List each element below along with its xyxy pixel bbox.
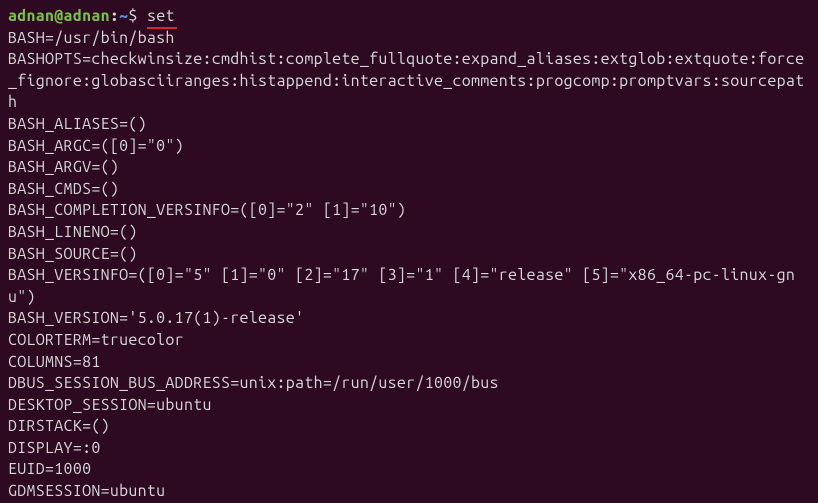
prompt-user-host: adnan@adnan xyxy=(8,7,110,25)
output-line: BASH_SOURCE=() xyxy=(8,244,810,266)
output-line: COLUMNS=81 xyxy=(8,352,810,374)
prompt-command: set xyxy=(147,7,175,25)
output-line: BASH_VERSINFO=([0]="5" [1]="0" [2]="17" … xyxy=(8,265,810,308)
output-line: BASH_ARGV=() xyxy=(8,157,810,179)
output-line: GDMSESSION=ubuntu xyxy=(8,481,810,503)
output-line: BASH_CMDS=() xyxy=(8,179,810,201)
output-line: BASH_VERSION='5.0.17(1)-release' xyxy=(8,308,810,330)
terminal-prompt-line[interactable]: adnan@adnan:~$ set xyxy=(8,6,810,28)
terminal-output: BASH=/usr/bin/bashBASHOPTS=checkwinsize:… xyxy=(8,28,810,503)
output-line: DBUS_SESSION_BUS_ADDRESS=unix:path=/run/… xyxy=(8,373,810,395)
output-line: BASH_ALIASES=() xyxy=(8,114,810,136)
output-line: BASH_ARGC=([0]="0") xyxy=(8,136,810,158)
output-line: DISPLAY=:0 xyxy=(8,438,810,460)
command-text: set xyxy=(147,7,175,25)
prompt-separator: : xyxy=(110,7,119,25)
output-line: COLORTERM=truecolor xyxy=(8,330,810,352)
annotation-underline xyxy=(147,27,177,30)
prompt-dollar: $ xyxy=(128,7,147,25)
output-line: DESKTOP_SESSION=ubuntu xyxy=(8,395,810,417)
output-line: BASH=/usr/bin/bash xyxy=(8,28,810,50)
output-line: DIRSTACK=() xyxy=(8,416,810,438)
output-line: BASH_COMPLETION_VERSINFO=([0]="2" [1]="1… xyxy=(8,200,810,222)
output-line: EUID=1000 xyxy=(8,459,810,481)
output-line: BASHOPTS=checkwinsize:cmdhist:complete_f… xyxy=(8,49,810,114)
output-line: BASH_LINENO=() xyxy=(8,222,810,244)
